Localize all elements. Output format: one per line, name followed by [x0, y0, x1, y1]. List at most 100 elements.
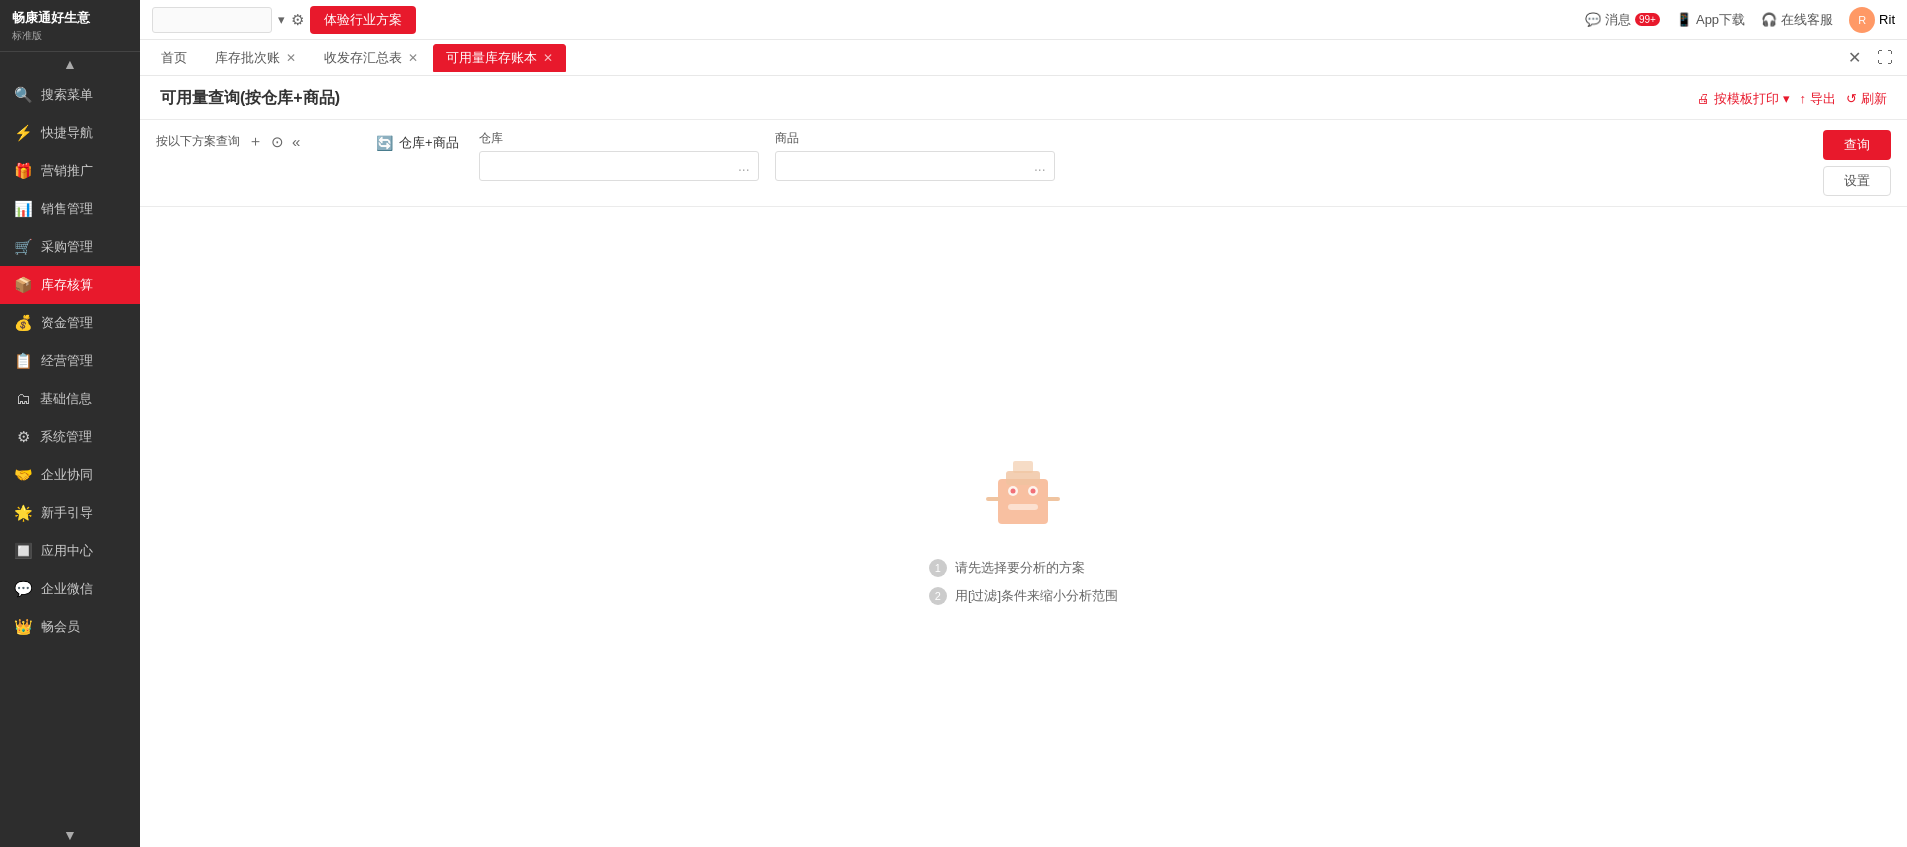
user-name: Rit [1879, 12, 1895, 27]
sidebar-item-label: 采购管理 [41, 238, 93, 256]
sidebar-item-quick-nav[interactable]: ⚡ 快捷导航 [0, 114, 140, 152]
tabs-actions: ✕ ⛶ [1842, 46, 1899, 69]
service-label: 在线客服 [1781, 11, 1833, 29]
product-more-button[interactable]: ... [1034, 158, 1046, 174]
grid-icon: 🔲 [14, 542, 33, 560]
gift-icon: 🎁 [14, 162, 33, 180]
sidebar-item-wechat[interactable]: 💬 企业微信 [0, 570, 140, 608]
refresh-icon: ↺ [1846, 91, 1857, 106]
sidebar-item-label: 畅会员 [41, 618, 80, 636]
sidebar-item-search[interactable]: 🔍 搜索菜单 [0, 76, 140, 114]
tab-batch-account-label: 库存批次账 [215, 49, 280, 67]
tab-batch-account[interactable]: 库存批次账 ✕ [202, 44, 309, 72]
sidebar-item-member[interactable]: 👑 畅会员 [0, 608, 140, 646]
page-actions: 🖨 按模板打印 ▾ ↑ 导出 ↺ 刷新 [1697, 90, 1888, 108]
product-input[interactable] [784, 159, 1030, 173]
tab-available-ledger[interactable]: 可用量库存账本 ✕ [433, 44, 566, 72]
warehouse-input[interactable] [488, 159, 734, 173]
sidebar-item-guide[interactable]: 🌟 新手引导 [0, 494, 140, 532]
template-print-button[interactable]: 🖨 按模板打印 ▾ [1697, 90, 1790, 108]
tab-receipt-summary[interactable]: 收发存汇总表 ✕ [311, 44, 431, 72]
page-header: 可用量查询(按仓库+商品) 🖨 按模板打印 ▾ ↑ 导出 ↺ 刷新 [140, 76, 1907, 120]
sidebar-item-system[interactable]: ⚙ 系统管理 [0, 418, 140, 456]
box-icon: 📦 [14, 276, 33, 294]
chart-icon: 📊 [14, 200, 33, 218]
filter-fields: 仓库 ... 商品 ... [479, 130, 1811, 181]
scheme-list: 🔄 仓库+商品 [368, 130, 467, 156]
tab-home[interactable]: 首页 [148, 44, 200, 72]
experience-button[interactable]: 体验行业方案 [310, 6, 416, 34]
message-badge: 99+ [1635, 13, 1660, 26]
scroll-up-btn[interactable]: ▲ [0, 52, 140, 76]
scheme-item-warehouse-product[interactable]: 🔄 仓库+商品 [368, 130, 467, 156]
tip2-number: 2 [929, 587, 947, 605]
export-button[interactable]: ↑ 导出 [1800, 90, 1837, 108]
sidebar-item-marketing[interactable]: 🎁 营销推广 [0, 152, 140, 190]
tab-batch-close-icon[interactable]: ✕ [286, 51, 296, 65]
scroll-up-icon[interactable]: ▲ [63, 56, 77, 72]
query-button[interactable]: 查询 [1823, 130, 1891, 160]
sidebar-scroll: 🔍 搜索菜单 ⚡ 快捷导航 🎁 营销推广 📊 销售管理 🛒 采购管理 📦 库存核… [0, 76, 140, 823]
sidebar-item-label: 新手引导 [41, 504, 93, 522]
product-input-wrapper: ... [775, 151, 1055, 181]
sidebar-item-operations[interactable]: 📋 经营管理 [0, 342, 140, 380]
expand-button[interactable]: ⛶ [1871, 47, 1899, 69]
sidebar-item-sales[interactable]: 📊 销售管理 [0, 190, 140, 228]
scheme-collapse-button[interactable]: « [290, 131, 302, 152]
sidebar-item-label: 基础信息 [40, 390, 92, 408]
svg-rect-0 [998, 479, 1048, 524]
app-download-button[interactable]: 📱 App下载 [1676, 11, 1745, 29]
main-area: ▾ ⚙ 体验行业方案 💬 消息 99+ 📱 App下载 🎧 在线客服 R Rit [140, 0, 1907, 847]
dropdown-button[interactable]: ▾ [278, 12, 285, 27]
breadcrumb-input[interactable] [152, 7, 272, 33]
tab-home-label: 首页 [161, 49, 187, 67]
settings-icon[interactable]: ⚙ [291, 11, 304, 29]
handshake-icon: 🤝 [14, 466, 33, 484]
sidebar-item-app-center[interactable]: 🔲 应用中心 [0, 532, 140, 570]
sidebar: 畅康通好生意 标准版 ▲ 🔍 搜索菜单 ⚡ 快捷导航 🎁 营销推广 📊 销售管理… [0, 0, 140, 847]
sidebar-item-purchase[interactable]: 🛒 采购管理 [0, 228, 140, 266]
svg-rect-2 [1013, 461, 1033, 473]
warehouse-field: 仓库 ... [479, 130, 759, 181]
search-icon: 🔍 [14, 86, 33, 104]
scheme-buttons: ＋ ⊙ « [246, 130, 302, 153]
scroll-down-btn[interactable]: ▼ [0, 823, 140, 847]
page-content: 可用量查询(按仓库+商品) 🖨 按模板打印 ▾ ↑ 导出 ↺ 刷新 [140, 76, 1907, 847]
phone-icon: 📱 [1676, 12, 1692, 27]
close-tab-button[interactable]: ✕ [1842, 46, 1867, 69]
filter-settings-button[interactable]: 设置 [1823, 166, 1891, 196]
online-service-button[interactable]: 🎧 在线客服 [1761, 11, 1833, 29]
tab-available-close-icon[interactable]: ✕ [543, 51, 553, 65]
scheme-item-label: 仓库+商品 [399, 134, 459, 152]
scheme-settings-button[interactable]: ⊙ [269, 131, 286, 153]
crown-icon: 👑 [14, 618, 33, 636]
user-avatar: R [1849, 7, 1875, 33]
sidebar-item-label: 搜索菜单 [41, 86, 93, 104]
scroll-down-icon[interactable]: ▼ [63, 827, 77, 843]
top-header: ▾ ⚙ 体验行业方案 💬 消息 99+ 📱 App下载 🎧 在线客服 R Rit [140, 0, 1907, 40]
tab-available-label: 可用量库存账本 [446, 49, 537, 67]
empty-tip-2: 2 用[过滤]条件来缩小分析范围 [929, 587, 1118, 605]
template-print-label: 按模板打印 [1714, 90, 1779, 108]
warehouse-more-button[interactable]: ... [738, 158, 750, 174]
tip1-text: 请先选择要分析的方案 [955, 559, 1085, 577]
user-area[interactable]: R Rit [1849, 7, 1895, 33]
refresh-button[interactable]: ↺ 刷新 [1846, 90, 1887, 108]
message-label: 消息 [1605, 11, 1631, 29]
cart-icon: 🛒 [14, 238, 33, 256]
sidebar-item-enterprise[interactable]: 🤝 企业协同 [0, 456, 140, 494]
sidebar-item-inventory[interactable]: 📦 库存核算 [0, 266, 140, 304]
filter-scheme: 按以下方案查询 ＋ ⊙ « [156, 130, 356, 153]
scheme-add-button[interactable]: ＋ [246, 130, 265, 153]
sidebar-item-finance[interactable]: 💰 资金管理 [0, 304, 140, 342]
scheme-label: 按以下方案查询 [156, 133, 240, 150]
tab-receipt-close-icon[interactable]: ✕ [408, 51, 418, 65]
tab-receipt-label: 收发存汇总表 [324, 49, 402, 67]
clipboard-icon: 📋 [14, 352, 33, 370]
export-icon: ↑ [1800, 91, 1807, 106]
sidebar-badge: 标准版 [12, 29, 128, 43]
folder-icon: 🗂 [14, 390, 32, 407]
empty-illustration: 1 请先选择要分析的方案 2 用[过滤]条件来缩小分析范围 [929, 449, 1118, 605]
sidebar-item-basic[interactable]: 🗂 基础信息 [0, 380, 140, 418]
message-button[interactable]: 💬 消息 99+ [1585, 11, 1660, 29]
